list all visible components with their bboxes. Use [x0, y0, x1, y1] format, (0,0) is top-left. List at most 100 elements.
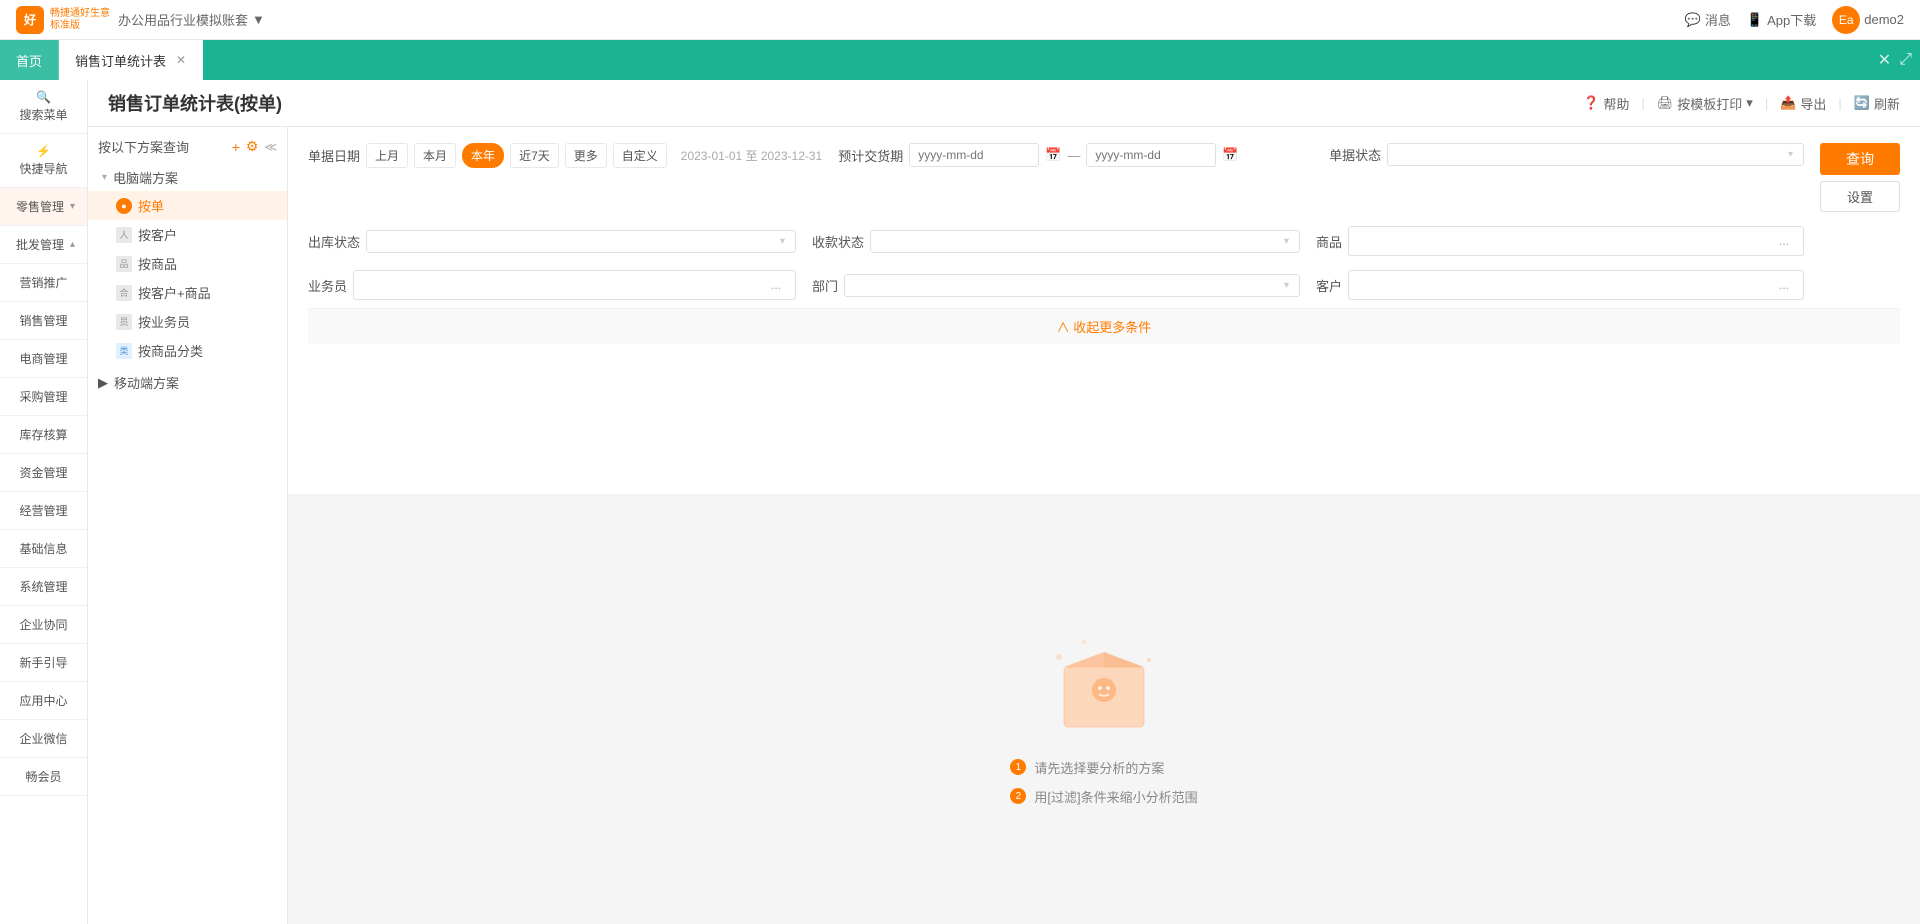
help-button[interactable]: ❓ 帮助 — [1583, 94, 1629, 113]
tab-close-all-button[interactable]: ✕ — [1878, 50, 1891, 70]
customer-more-btn[interactable]: ... — [1775, 276, 1793, 294]
date-btn-this-year[interactable]: 本年 — [462, 143, 504, 168]
sidebar-item-marketing[interactable]: 营销推广 — [0, 264, 87, 302]
refresh-button[interactable]: 🔄 刷新 — [1854, 94, 1900, 113]
scheme-item-by-category[interactable]: 类 按商品分类 — [88, 336, 287, 365]
refresh-label: 刷新 — [1874, 94, 1900, 113]
tab-fullscreen-button[interactable]: ⤢ — [1899, 51, 1912, 69]
main-layout: 🔍 搜索菜单 ⚡ 快捷导航 零售管理 ▾ 批发管理 ▴ 营销推广 销售管理 电商… — [0, 80, 1920, 924]
goods-select[interactable]: ... — [1348, 226, 1804, 256]
calendar-icon-end[interactable]: 📅 — [1222, 147, 1238, 163]
expected-delivery-group: 预计交货期 📅 — 📅 — [838, 143, 1313, 167]
query-button[interactable]: 查询 — [1820, 143, 1900, 175]
department-arrow: ▾ — [1284, 280, 1289, 291]
template-print-button[interactable]: 🖨 按模板打印 ▾ — [1657, 94, 1753, 113]
page-title: 销售订单统计表(按单) — [108, 90, 282, 116]
salesperson-more-btn[interactable]: ... — [767, 276, 785, 294]
order-status-select[interactable]: ▾ — [1387, 143, 1804, 166]
user-profile[interactable]: Ea demo2 — [1832, 6, 1904, 34]
sidebar-item-search[interactable]: 🔍 搜索菜单 — [0, 80, 87, 134]
customer-select[interactable]: ... — [1348, 270, 1804, 300]
delivery-status-select[interactable]: ▾ — [366, 230, 796, 253]
delivery-status-group: 出库状态 ▾ — [308, 230, 796, 253]
scheme-item-by-customer[interactable]: 人 按客户 — [88, 220, 287, 249]
department-select[interactable]: ▾ — [844, 274, 1300, 297]
export-label: 导出 — [1800, 94, 1826, 113]
date-btn-more[interactable]: 更多 — [565, 143, 607, 168]
date-btn-custom[interactable]: 自定义 — [613, 143, 667, 168]
department-label: 部门 — [812, 276, 838, 295]
calendar-icon-start[interactable]: 📅 — [1045, 147, 1061, 163]
customer-label: 客户 — [1316, 276, 1342, 295]
filter-row-3: 业务员 ... 部门 ▾ — [308, 270, 1900, 300]
scheme-label-goods: 按商品 — [138, 254, 177, 273]
right-content: 单据日期 上月 本月 本年 近7天 更多 自定义 2023-01-01 至 20… — [288, 127, 1920, 924]
mobile-scheme-title[interactable]: ▶ 移动端方案 — [88, 369, 287, 396]
sidebar-item-finance[interactable]: 资金管理 — [0, 454, 87, 492]
scheme-item-by-order[interactable]: ● 按单 — [88, 191, 287, 220]
message-button[interactable]: 💬 消息 — [1685, 10, 1731, 29]
sidebar-item-member[interactable]: 畅会员 — [0, 758, 87, 796]
tab-home-label: 首页 — [16, 51, 42, 70]
collapse-filter-button[interactable]: ∧ 收起更多条件 — [308, 308, 1900, 344]
tab-sales-order-stats[interactable]: 销售订单统计表 ✕ — [59, 40, 203, 80]
expected-delivery-label: 预计交货期 — [838, 146, 903, 165]
delivery-date-end[interactable] — [1086, 143, 1216, 167]
salesperson-select[interactable]: ... — [353, 270, 796, 300]
department-group: 部门 ▾ — [812, 274, 1300, 297]
sidebar-item-wechat[interactable]: 企业微信 — [0, 720, 87, 758]
export-icon: 📤 — [1780, 95, 1796, 111]
content-body: 按以下方案查询 + ⚙ ≪ ▾ 电脑端方案 ● 按单 — [88, 127, 1920, 924]
tab-close-icon[interactable]: ✕ — [176, 53, 186, 67]
scheme-item-by-goods[interactable]: 品 按商品 — [88, 249, 287, 278]
settings-button[interactable]: 设置 — [1820, 181, 1900, 212]
scheme-item-by-customer-goods[interactable]: 合 按客户+商品 — [88, 278, 287, 307]
breadcrumb-dropdown-icon[interactable]: ▼ — [252, 12, 265, 27]
sidebar-item-basicinfo[interactable]: 基础信息 — [0, 530, 87, 568]
export-button[interactable]: 📤 导出 — [1780, 94, 1826, 113]
add-scheme-button[interactable]: + — [232, 139, 240, 155]
pc-scheme-group: ▾ 电脑端方案 ● 按单 人 按客户 品 按商品 — [88, 164, 287, 365]
sidebar-item-inventory[interactable]: 库存核算 — [0, 416, 87, 454]
wholesale-label: 批发管理 — [12, 236, 68, 253]
collapse-text: 收起更多条件 — [1073, 320, 1151, 335]
collapse-panel-button[interactable]: ≪ — [264, 140, 277, 154]
settings-scheme-button[interactable]: ⚙ — [246, 138, 259, 155]
tab-home[interactable]: 首页 — [0, 40, 59, 80]
sidebar-item-sales[interactable]: 销售管理 — [0, 302, 87, 340]
customer-group: 客户 ... — [1316, 270, 1804, 300]
tab-bar: 首页 销售订单统计表 ✕ ✕ ⤢ — [0, 40, 1920, 80]
date-btn-this-month[interactable]: 本月 — [414, 143, 456, 168]
sidebar-item-appcenter[interactable]: 应用中心 — [0, 682, 87, 720]
sidebar-item-purchase[interactable]: 采购管理 — [0, 378, 87, 416]
scheme-item-by-salesperson[interactable]: 员 按业务员 — [88, 307, 287, 336]
empty-illustration — [1034, 612, 1174, 742]
date-filter-group: 单据日期 上月 本月 本年 近7天 更多 自定义 2023-01-01 至 20… — [308, 143, 822, 168]
date-btn-last-month[interactable]: 上月 — [366, 143, 408, 168]
breadcrumb-area[interactable]: 办公用品行业模拟账套 ▼ — [118, 10, 265, 29]
left-panel: 按以下方案查询 + ⚙ ≪ ▾ 电脑端方案 ● 按单 — [88, 127, 288, 924]
scheme-icon-category: 类 — [116, 343, 132, 359]
panel-title: 按以下方案查询 — [98, 137, 189, 156]
pc-scheme-title[interactable]: ▾ 电脑端方案 — [88, 164, 287, 191]
sidebar-item-ecommerce[interactable]: 电商管理 — [0, 340, 87, 378]
sidebar-item-system[interactable]: 系统管理 — [0, 568, 87, 606]
delivery-date-start[interactable] — [909, 143, 1039, 167]
appcenter-label: 应用中心 — [19, 692, 67, 709]
date-btn-last7[interactable]: 近7天 — [510, 143, 559, 168]
sidebar-item-quicknav[interactable]: ⚡ 快捷导航 — [0, 134, 87, 188]
tip1-num: 1 — [1010, 759, 1026, 775]
order-status-group: 单据状态 ▾ — [1329, 143, 1804, 166]
sidebar-item-newuser[interactable]: 新手引导 — [0, 644, 87, 682]
filter-row-1: 单据日期 上月 本月 本年 近7天 更多 自定义 2023-01-01 至 20… — [308, 143, 1900, 212]
sidebar-item-cooperation[interactable]: 企业协同 — [0, 606, 87, 644]
collapse-arrow-icon: ∧ — [1057, 320, 1074, 335]
app-download-button[interactable]: 📱 App下载 — [1747, 10, 1816, 29]
scheme-label-customer: 按客户 — [138, 225, 177, 244]
phone-icon: 📱 — [1747, 12, 1763, 28]
payment-status-select[interactable]: ▾ — [870, 230, 1300, 253]
sidebar-item-wholesale[interactable]: 批发管理 ▴ — [0, 226, 87, 264]
sidebar-item-operations[interactable]: 经营管理 — [0, 492, 87, 530]
sidebar-item-retail[interactable]: 零售管理 ▾ — [0, 188, 87, 226]
goods-more-btn[interactable]: ... — [1775, 232, 1793, 250]
